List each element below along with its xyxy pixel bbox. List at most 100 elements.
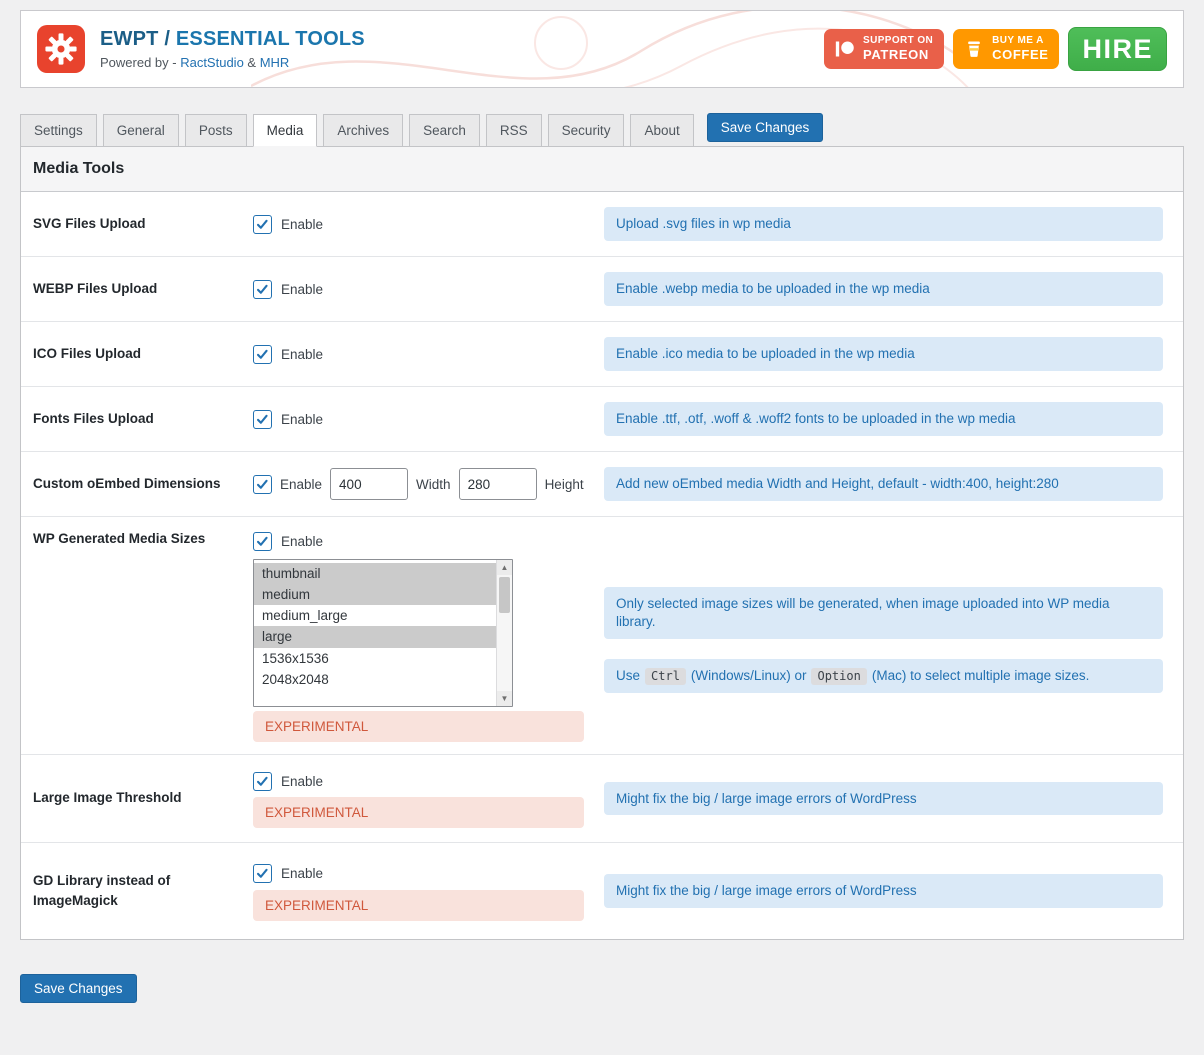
check-icon — [256, 479, 268, 489]
info-note: Add new oEmbed media Width and Height, d… — [604, 467, 1163, 501]
listbox-option-medium-large[interactable]: medium_large — [254, 605, 496, 626]
tab-archives[interactable]: Archives — [323, 114, 404, 147]
enable-label: Enable — [280, 476, 323, 492]
fonts-upload-checkbox[interactable] — [253, 409, 272, 429]
info-note: Enable .ico media to be uploaded in the … — [604, 337, 1163, 371]
setting-label: Large Image Threshold — [33, 790, 182, 806]
tab-about[interactable]: About — [630, 114, 694, 147]
title-block: EWPT / ESSENTIAL TOOLS Powered by - Ract… — [100, 28, 365, 70]
setting-label: SVG Files Upload — [33, 215, 146, 231]
setting-label: ICO Files Upload — [33, 345, 142, 361]
tab-general[interactable]: General — [102, 114, 179, 147]
height-label: Height — [544, 476, 584, 492]
kbd-ctrl: Ctrl — [645, 667, 686, 686]
scroll-up-icon[interactable]: ▲ — [497, 560, 512, 575]
page-title: EWPT / ESSENTIAL TOOLS — [100, 28, 365, 51]
header-actions: SUPPORT ON PATREON BUY ME A COFFEE HIRE — [824, 27, 1167, 71]
kbd-option: Option — [811, 667, 867, 686]
coffee-cup-icon — [968, 41, 980, 57]
hire-button[interactable]: HIRE — [1068, 27, 1167, 71]
oembed-width-input[interactable] — [330, 468, 409, 500]
info-note: Might fix the big / large image errors o… — [604, 781, 1163, 816]
enable-label: Enable — [281, 533, 324, 549]
tab-rss[interactable]: RSS — [485, 114, 542, 147]
setting-label: Custom oEmbed Dimensions — [33, 475, 221, 491]
info-note: Only selected image sizes will be genera… — [604, 587, 1163, 639]
tab-search[interactable]: Search — [409, 114, 480, 147]
patreon-line1: SUPPORT ON — [863, 35, 934, 47]
listbox-options: thumbnail medium medium_large large 1536… — [254, 560, 496, 706]
plugin-header: EWPT / ESSENTIAL TOOLS Powered by - Ract… — [20, 10, 1184, 88]
setting-row-gd-library: GD Library instead of ImageMagick Enable… — [21, 843, 1183, 939]
large-image-threshold-checkbox[interactable] — [253, 771, 272, 791]
listbox-option-1536[interactable]: 1536x1536 — [254, 648, 496, 669]
info-note: Might fix the big / large image errors o… — [604, 874, 1163, 908]
experimental-badge: EXPERIMENTAL — [253, 889, 584, 921]
tab-posts[interactable]: Posts — [184, 114, 247, 147]
buy-me-a-coffee-button[interactable]: BUY ME A COFFEE — [953, 29, 1060, 69]
webp-upload-checkbox[interactable] — [253, 279, 272, 299]
media-sizes-listbox: thumbnail medium medium_large large 1536… — [253, 559, 513, 707]
patreon-icon — [835, 41, 854, 57]
experimental-badge: EXPERIMENTAL — [253, 711, 584, 742]
oembed-checkbox[interactable] — [253, 474, 272, 494]
check-icon — [256, 414, 268, 424]
shortcut-suffix: (Mac) to select multiple image sizes. — [871, 667, 1090, 683]
coffee-line2: COFFEE — [992, 47, 1049, 63]
tab-settings[interactable]: Settings — [20, 114, 97, 147]
coffee-line1: BUY ME A — [992, 35, 1044, 47]
patreon-button[interactable]: SUPPORT ON PATREON — [824, 29, 945, 69]
mhr-link[interactable]: MHR — [260, 55, 290, 70]
listbox-option-large[interactable]: large — [254, 626, 496, 648]
info-note-shortcut: Use Ctrl (Windows/Linux) or Option (Mac) to … — [604, 658, 1163, 694]
enable-label: Enable — [281, 216, 324, 232]
scrollbar-thumb[interactable] — [499, 577, 510, 613]
media-sizes-checkbox[interactable] — [253, 531, 272, 551]
setting-label: Fonts Files Upload — [33, 410, 154, 426]
powered-by-line: Powered by - RactStudio & MHR — [100, 55, 365, 70]
plugin-settings-page: EWPT / ESSENTIAL TOOLS Powered by - Ract… — [0, 0, 1204, 1003]
info-note: Enable .webp media to be uploaded in the… — [604, 272, 1163, 306]
plugin-logo — [37, 25, 85, 73]
tab-security[interactable]: Security — [547, 114, 625, 147]
check-icon — [256, 284, 268, 294]
setting-row-webp-upload: WEBP Files Upload Enable Enable .webp me… — [21, 257, 1183, 322]
listbox-scrollbar[interactable]: ▲ ▼ — [496, 560, 512, 706]
enable-label: Enable — [281, 411, 324, 427]
tab-media[interactable]: Media — [252, 114, 318, 147]
save-changes-button-top[interactable]: Save Changes — [706, 113, 824, 142]
oembed-height-input[interactable] — [458, 468, 537, 500]
enable-label: Enable — [281, 346, 324, 362]
scroll-down-icon[interactable]: ▼ — [497, 691, 512, 706]
check-icon — [256, 868, 268, 878]
enable-label: Enable — [281, 866, 324, 881]
gear-icon — [45, 33, 77, 65]
media-tools-panel: Media Tools SVG Files Upload Enable Uplo… — [20, 146, 1184, 940]
gd-library-checkbox[interactable] — [253, 864, 272, 883]
svg-upload-checkbox[interactable] — [253, 214, 272, 234]
title-accent: ESSENTIAL TOOLS — [175, 28, 365, 50]
check-icon — [256, 219, 268, 229]
experimental-badge: EXPERIMENTAL — [253, 797, 584, 828]
shortcut-prefix: Use — [616, 667, 641, 683]
panel-title: Media Tools — [21, 147, 1183, 192]
enable-label: Enable — [281, 281, 324, 297]
title-main: EWPT / — [100, 28, 171, 50]
patreon-line2: PATREON — [863, 47, 929, 63]
listbox-option-medium[interactable]: medium — [254, 584, 496, 606]
info-note: Enable .ttf, .otf, .woff & .woff2 fonts … — [604, 402, 1163, 436]
setting-row-large-image-threshold: Large Image Threshold Enable EXPERIMENTA… — [21, 755, 1183, 843]
setting-row-fonts-upload: Fonts Files Upload Enable Enable .ttf, .… — [21, 387, 1183, 452]
check-icon — [256, 776, 268, 786]
ractstudio-link[interactable]: RactStudio — [180, 55, 244, 70]
setting-label: GD Library instead of ImageMagick — [33, 872, 171, 908]
setting-row-ico-upload: ICO Files Upload Enable Enable .ico medi… — [21, 322, 1183, 387]
listbox-option-2048[interactable]: 2048x2048 — [254, 669, 496, 690]
check-icon — [256, 536, 268, 546]
listbox-option-thumbnail[interactable]: thumbnail — [254, 563, 496, 585]
setting-row-oembed-dimensions: Custom oEmbed Dimensions Enable Width He… — [21, 452, 1183, 517]
powered-prefix: Powered by - — [100, 55, 181, 70]
ico-upload-checkbox[interactable] — [253, 344, 272, 364]
save-changes-button-bottom[interactable]: Save Changes — [20, 974, 137, 1003]
powered-joiner: & — [243, 55, 260, 70]
